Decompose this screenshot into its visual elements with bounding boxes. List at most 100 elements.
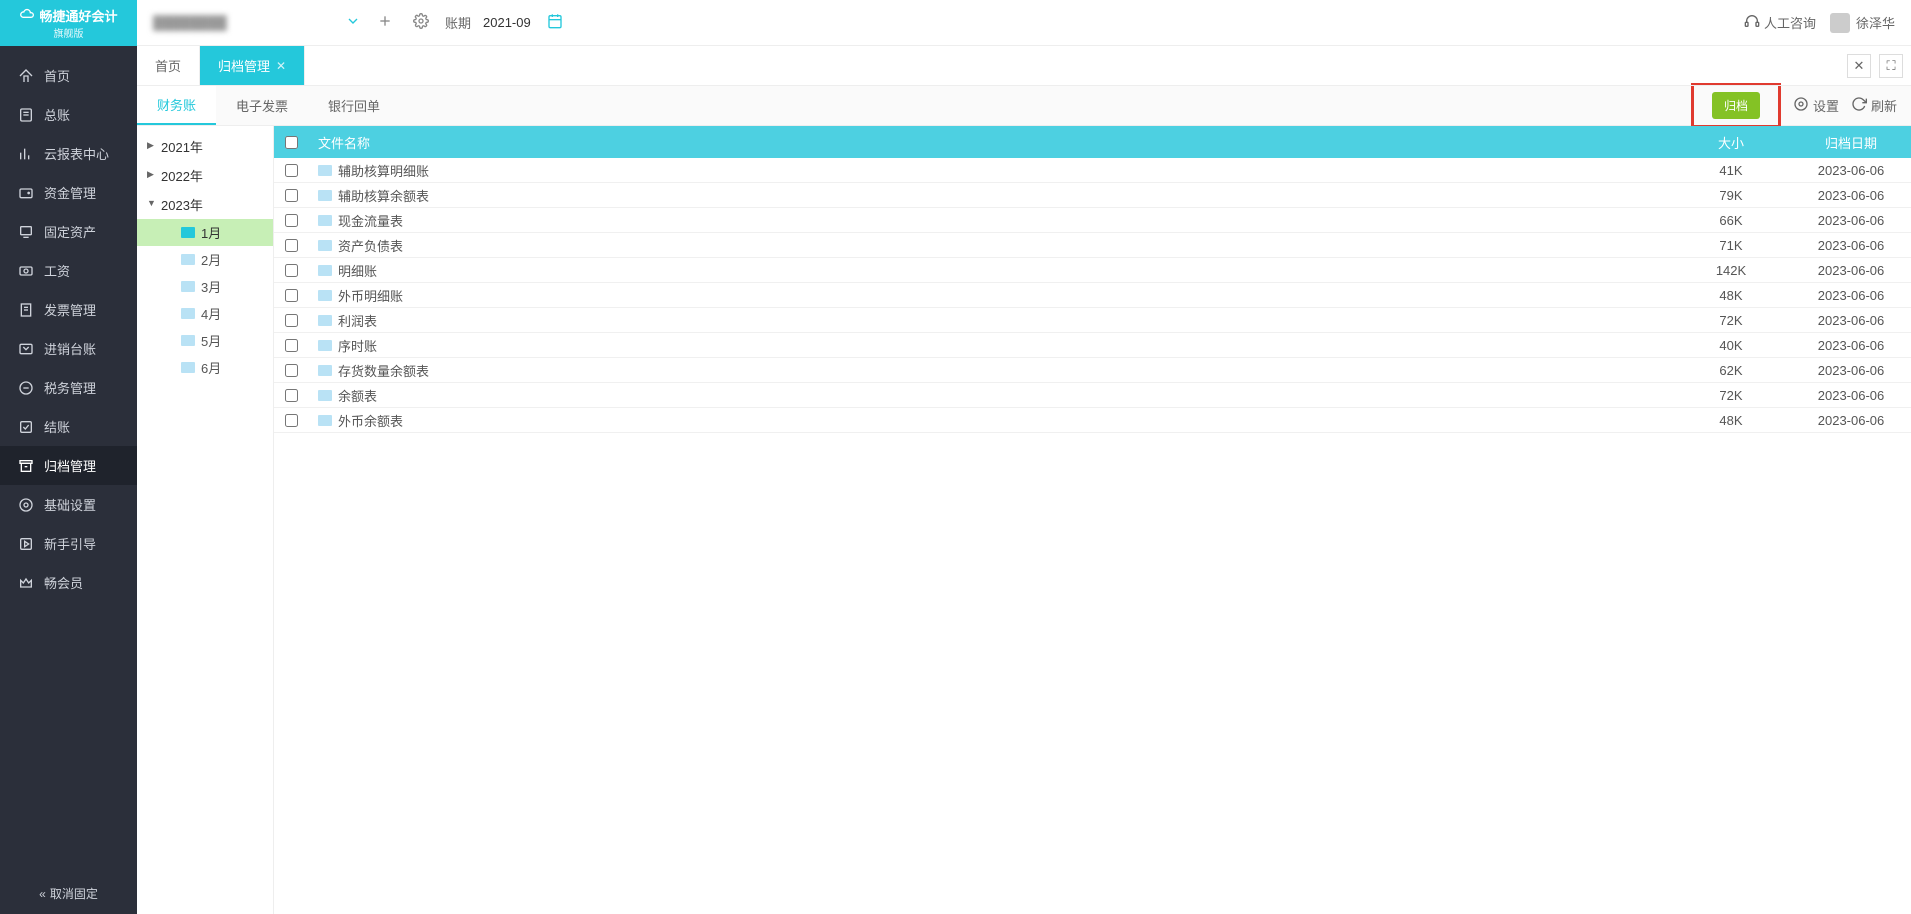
add-icon[interactable] (373, 9, 397, 36)
file-icon (318, 415, 332, 426)
table-row[interactable]: 辅助核算明细账41K2023-06-06 (274, 158, 1911, 183)
tree-month[interactable]: 1月 (137, 219, 273, 246)
tree-month[interactable]: 4月 (137, 300, 273, 327)
subtab[interactable]: 银行回单 (308, 86, 400, 125)
username: 徐泽华 (1856, 13, 1895, 32)
chevron-down-icon[interactable] (345, 13, 361, 32)
file-name: 明细账 (338, 261, 377, 280)
tab[interactable]: 首页 (137, 46, 200, 85)
nav-label: 总账 (44, 105, 70, 124)
row-checkbox[interactable] (285, 389, 298, 402)
table-row[interactable]: 外币余额表48K2023-06-06 (274, 408, 1911, 433)
company-selector[interactable]: ████████ (153, 15, 333, 30)
tab[interactable]: 归档管理✕ (200, 46, 305, 85)
nav-item-invoice[interactable]: 发票管理 (0, 290, 137, 329)
nav-item-guide[interactable]: 新手引导 (0, 524, 137, 563)
select-all-checkbox[interactable] (285, 136, 298, 149)
consult-button[interactable]: 人工咨询 (1744, 13, 1816, 32)
nav-item-chart[interactable]: 云报表中心 (0, 134, 137, 173)
period-value[interactable]: 2021-09 (483, 15, 531, 30)
nav-item-vip[interactable]: 畅会员 (0, 563, 137, 602)
folder-icon (181, 308, 195, 319)
col-name-header[interactable]: 文件名称 (308, 133, 1671, 152)
close-tab-icon[interactable]: ✕ (1847, 54, 1871, 78)
table-row[interactable]: 辅助核算余额表79K2023-06-06 (274, 183, 1911, 208)
nav-label: 进销台账 (44, 339, 96, 358)
row-checkbox[interactable] (285, 239, 298, 252)
nav-label: 首页 (44, 66, 70, 85)
row-checkbox[interactable] (285, 364, 298, 377)
col-date-header[interactable]: 归档日期 (1791, 133, 1911, 152)
table-header: 文件名称 大小 归档日期 (274, 126, 1911, 158)
file-name: 存货数量余额表 (338, 361, 429, 380)
avatar-icon (1830, 13, 1850, 33)
nav-label: 税务管理 (44, 378, 96, 397)
settings-button[interactable]: 设置 (1793, 96, 1839, 115)
subtab[interactable]: 电子发票 (216, 86, 308, 125)
tree-year[interactable]: 2023年 (137, 190, 273, 219)
archive-button[interactable]: 归档 (1712, 92, 1760, 119)
nav-item-settings[interactable]: 基础设置 (0, 485, 137, 524)
vip-icon (18, 575, 34, 591)
table-row[interactable]: 序时账40K2023-06-06 (274, 333, 1911, 358)
folder-icon (181, 362, 195, 373)
table-row[interactable]: 现金流量表 66K2023-06-06 (274, 208, 1911, 233)
nav-item-ledger[interactable]: 总账 (0, 95, 137, 134)
nav-item-wallet[interactable]: 资金管理 (0, 173, 137, 212)
consult-label: 人工咨询 (1764, 13, 1816, 32)
nav-item-home[interactable]: 首页 (0, 56, 137, 95)
nav-label: 结账 (44, 417, 70, 436)
table-row[interactable]: 外币明细账48K2023-06-06 (274, 283, 1911, 308)
row-checkbox[interactable] (285, 214, 298, 227)
salary-icon (18, 263, 34, 279)
table-row[interactable]: 资产负债表71K2023-06-06 (274, 233, 1911, 258)
guide-icon (18, 536, 34, 552)
nav-item-close[interactable]: 结账 (0, 407, 137, 446)
sidebar-unpin[interactable]: «取消固定 (0, 873, 137, 914)
file-name: 资产负债表 (338, 236, 403, 255)
refresh-button[interactable]: 刷新 (1851, 96, 1897, 115)
table-row[interactable]: 明细账142K2023-06-06 (274, 258, 1911, 283)
nav-item-archive[interactable]: 归档管理 (0, 446, 137, 485)
user-menu[interactable]: 徐泽华 (1830, 13, 1895, 33)
file-date: 2023-06-06 (1791, 213, 1911, 228)
nav-label: 基础设置 (44, 495, 96, 514)
tree-year[interactable]: 2022年 (137, 161, 273, 190)
row-checkbox[interactable] (285, 189, 298, 202)
nav-item-inout[interactable]: 进销台账 (0, 329, 137, 368)
nav-item-tax[interactable]: 税务管理 (0, 368, 137, 407)
row-checkbox[interactable] (285, 414, 298, 427)
tree-month[interactable]: 6月 (137, 354, 273, 381)
row-checkbox[interactable] (285, 264, 298, 277)
nav-item-salary[interactable]: 工资 (0, 251, 137, 290)
subtab[interactable]: 财务账 (137, 86, 216, 125)
row-checkbox[interactable] (285, 339, 298, 352)
nav-item-asset[interactable]: 固定资产 (0, 212, 137, 251)
file-icon (318, 165, 332, 176)
asset-icon (18, 224, 34, 240)
row-checkbox[interactable] (285, 289, 298, 302)
table-row[interactable]: 余额表72K2023-06-06 (274, 383, 1911, 408)
file-name: 利润表 (338, 311, 377, 330)
tree-month[interactable]: 2月 (137, 246, 273, 273)
col-size-header[interactable]: 大小 (1671, 133, 1791, 152)
file-date: 2023-06-06 (1791, 363, 1911, 378)
row-checkbox[interactable] (285, 314, 298, 327)
fullscreen-icon[interactable]: ⛶ (1879, 54, 1903, 78)
brand-name: 畅捷通好会计 (39, 6, 117, 25)
file-size: 66K (1671, 213, 1791, 228)
tree-month[interactable]: 5月 (137, 327, 273, 354)
file-date: 2023-06-06 (1791, 188, 1911, 203)
year-tree: 2021年2022年2023年1月2月3月4月5月6月 (137, 126, 274, 914)
tree-year[interactable]: 2021年 (137, 132, 273, 161)
table-row[interactable]: 利润表72K2023-06-06 (274, 308, 1911, 333)
file-name: 现金流量表 (338, 211, 403, 230)
sidebar-footer-label: 取消固定 (50, 887, 98, 901)
table-row[interactable]: 存货数量余额表62K2023-06-06 (274, 358, 1911, 383)
tree-month[interactable]: 3月 (137, 273, 273, 300)
gear-icon[interactable] (409, 9, 433, 36)
close-icon[interactable]: ✕ (276, 59, 286, 73)
row-checkbox[interactable] (285, 164, 298, 177)
calendar-icon[interactable] (543, 9, 567, 36)
file-date: 2023-06-06 (1791, 163, 1911, 178)
